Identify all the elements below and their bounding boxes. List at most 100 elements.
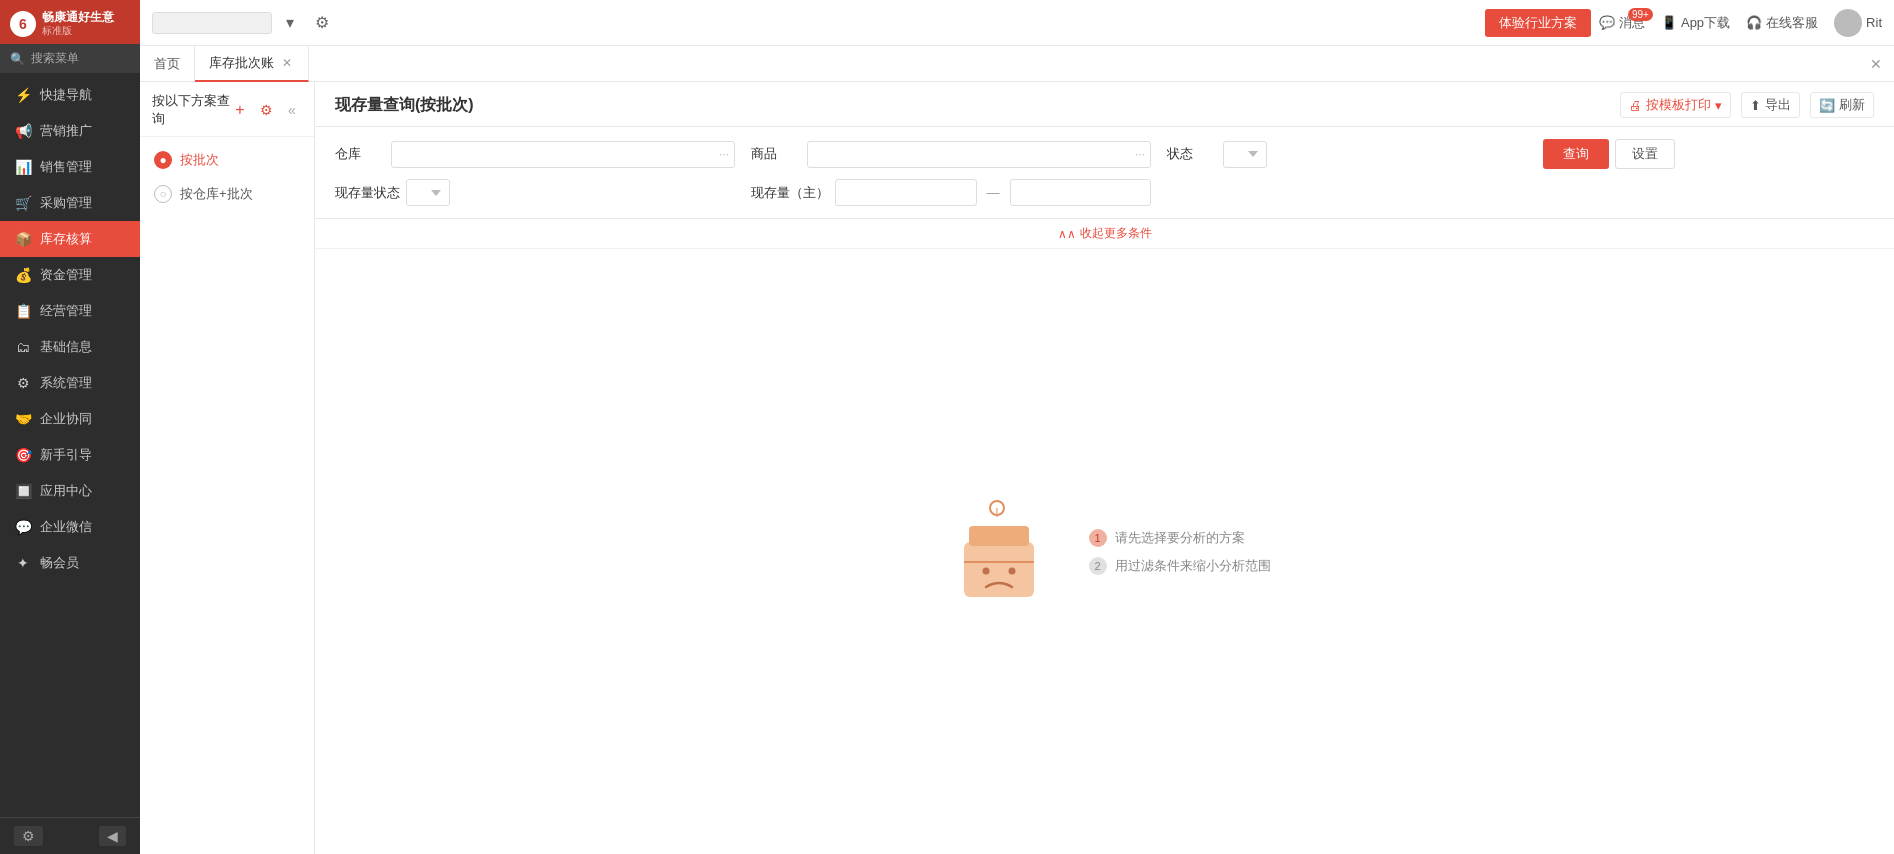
sidebar-item-wechat[interactable]: 💬 企业微信: [0, 509, 140, 545]
enterprise-icon: 🤝: [14, 410, 32, 428]
svg-point-4: [1008, 567, 1015, 574]
sidebar-item-label: 采购管理: [40, 194, 92, 212]
page-header: 现存量查询(按批次) 🖨 按模板打印 ▾ ⬆ 导出 🔄 刷新: [315, 82, 1894, 127]
search-menu-item[interactable]: 🔍 搜索菜单: [0, 44, 140, 73]
sidebar-item-shortcut[interactable]: ⚡ 快捷导航: [0, 77, 140, 113]
tab-close-icon[interactable]: ✕: [280, 56, 294, 70]
warehouse-label: 仓库: [335, 145, 385, 163]
status-field: 状态 全部: [1167, 141, 1527, 168]
filter-panel: 按以下方案查询 + ⚙ « ● 按批次 ○ 按仓库+批次: [140, 82, 315, 854]
topbar-right: 💬 消息 99+ 📱 App下载 🎧 在线客服 Rit: [1599, 9, 1882, 37]
sidebar-item-label: 资金管理: [40, 266, 92, 284]
app-version: 标准版: [42, 24, 114, 38]
headset-icon: 🎧: [1746, 15, 1762, 30]
tabs-bar: 首页 库存批次账 ✕ ✕: [140, 46, 1894, 82]
status-select[interactable]: 全部: [1223, 141, 1267, 168]
export-button[interactable]: ⬆ 导出: [1741, 92, 1800, 118]
sidebar-item-operations[interactable]: 📋 经营管理: [0, 293, 140, 329]
query-button[interactable]: 查询: [1543, 139, 1609, 169]
form-buttons: 查询 设置: [1543, 139, 1675, 169]
main-area: ▾ ⚙ 体验行业方案 💬 消息 99+ 📱 App下载 🎧 在线客服 Rit: [140, 0, 1894, 854]
main-content: 现存量查询(按批次) 🖨 按模板打印 ▾ ⬆ 导出 🔄 刷新: [315, 82, 1894, 854]
product-label: 商品: [751, 145, 801, 163]
sidebar-item-purchase[interactable]: 🛒 采购管理: [0, 185, 140, 221]
sidebar-item-basic[interactable]: 🗂 基础信息: [0, 329, 140, 365]
page-header-actions: 🖨 按模板打印 ▾ ⬆ 导出 🔄 刷新: [1620, 92, 1874, 118]
inventory-status-label: 现存量状态: [335, 184, 400, 202]
tip-text-1: 请先选择要分析的方案: [1115, 529, 1245, 547]
scheme-item-by-warehouse-batch[interactable]: ○ 按仓库+批次: [140, 177, 314, 211]
product-more-icon[interactable]: ···: [1135, 147, 1145, 161]
dropdown-arrow-icon[interactable]: ▾: [276, 9, 304, 37]
inventory-qty-max-input[interactable]: [1010, 179, 1152, 206]
sidebar-item-system[interactable]: ⚙ 系统管理: [0, 365, 140, 401]
add-scheme-button[interactable]: +: [230, 100, 250, 120]
message-item[interactable]: 💬 消息 99+: [1599, 14, 1645, 32]
printer-icon: 🖨: [1629, 98, 1642, 113]
sidebar-item-guide[interactable]: 🎯 新手引导: [0, 437, 140, 473]
user-item[interactable]: Rit: [1834, 9, 1882, 37]
inventory-status-select[interactable]: 全部: [406, 179, 450, 206]
shortcut-icon: ⚡: [14, 86, 32, 104]
collapse-chevron-icon: ∧∧: [1058, 227, 1076, 241]
collapse-panel-icon[interactable]: «: [282, 100, 302, 120]
filter-row-2: 现存量状态 全部 现存量（主） —: [335, 179, 1874, 206]
finance-icon: 💰: [14, 266, 32, 284]
purchase-icon: 🛒: [14, 194, 32, 212]
sidebar-item-sales[interactable]: 📊 销售管理: [0, 149, 140, 185]
refresh-button[interactable]: 🔄 刷新: [1810, 92, 1874, 118]
filter-row-1: 仓库 ··· 商品 ···: [335, 139, 1874, 169]
app-download-item[interactable]: 📱 App下载: [1661, 14, 1730, 32]
scheme-label: 按仓库+批次: [180, 185, 253, 203]
product-input[interactable]: [807, 141, 1151, 168]
export-label: 导出: [1765, 96, 1791, 114]
print-dropdown-icon[interactable]: ▾: [1715, 98, 1722, 113]
sidebar-item-inventory[interactable]: 📦 库存核算: [0, 221, 140, 257]
settings-button[interactable]: 设置: [1615, 139, 1675, 169]
tab-inventory-batch[interactable]: 库存批次账 ✕: [195, 46, 309, 82]
status-label: 状态: [1167, 145, 1217, 163]
sidebar-header: 6 畅康通好生意 标准版: [0, 0, 140, 44]
sidebar-item-label: 营销推广: [40, 122, 92, 140]
scheme-icon-active: ●: [154, 151, 172, 169]
scheme-item-by-batch[interactable]: ● 按批次: [140, 143, 314, 177]
sidebar-item-enterprise[interactable]: 🤝 企业协同: [0, 401, 140, 437]
sidebar-item-apps[interactable]: 🔲 应用中心: [0, 473, 140, 509]
warehouse-field: 仓库 ···: [335, 141, 735, 168]
settings-button[interactable]: ⚙: [14, 826, 43, 846]
search-icon: 🔍: [10, 52, 25, 66]
member-icon: ✦: [14, 554, 32, 572]
app-name: 畅康通好生意: [42, 10, 114, 24]
sidebar-item-label: 畅会员: [40, 554, 79, 572]
scheme-settings-icon[interactable]: ⚙: [256, 100, 276, 120]
tab-home[interactable]: 首页: [140, 46, 195, 82]
trial-button[interactable]: 体验行业方案: [1485, 9, 1591, 37]
topbar: ▾ ⚙ 体验行业方案 💬 消息 99+ 📱 App下载 🎧 在线客服 Rit: [140, 0, 1894, 46]
inventory-qty-min-input[interactable]: [835, 179, 977, 206]
sidebar-footer: ⚙ ◀: [0, 817, 140, 854]
tabs-close-button[interactable]: ✕: [1858, 56, 1894, 72]
settings-icon[interactable]: ⚙: [308, 9, 336, 37]
empty-tip-1: 1 请先选择要分析的方案: [1089, 529, 1271, 547]
sidebar-item-member[interactable]: ✦ 畅会员: [0, 545, 140, 581]
print-button[interactable]: 🖨 按模板打印 ▾: [1620, 92, 1731, 118]
sidebar-item-finance[interactable]: 💰 资金管理: [0, 257, 140, 293]
sidebar-item-label: 应用中心: [40, 482, 92, 500]
svg-point-3: [982, 567, 989, 574]
sidebar-item-label: 销售管理: [40, 158, 92, 176]
inventory-qty-range: —: [835, 179, 1151, 206]
user-name: Rit: [1866, 15, 1882, 30]
collapse-sidebar-button[interactable]: ◀: [99, 826, 126, 846]
tab-home-label: 首页: [154, 55, 180, 73]
collapse-bar[interactable]: ∧∧ 收起更多条件: [315, 219, 1894, 249]
sidebar-item-marketing[interactable]: 📢 营销推广: [0, 113, 140, 149]
phone-icon: 📱: [1661, 15, 1677, 30]
marketing-icon: 📢: [14, 122, 32, 140]
warehouse-more-icon[interactable]: ···: [719, 147, 729, 161]
online-service-item[interactable]: 🎧 在线客服: [1746, 14, 1818, 32]
scheme-list: ● 按批次 ○ 按仓库+批次: [140, 137, 314, 217]
apps-icon: 🔲: [14, 482, 32, 500]
breadcrumb-input[interactable]: [152, 12, 272, 34]
print-label: 按模板打印: [1646, 96, 1711, 114]
warehouse-input[interactable]: [391, 141, 735, 168]
